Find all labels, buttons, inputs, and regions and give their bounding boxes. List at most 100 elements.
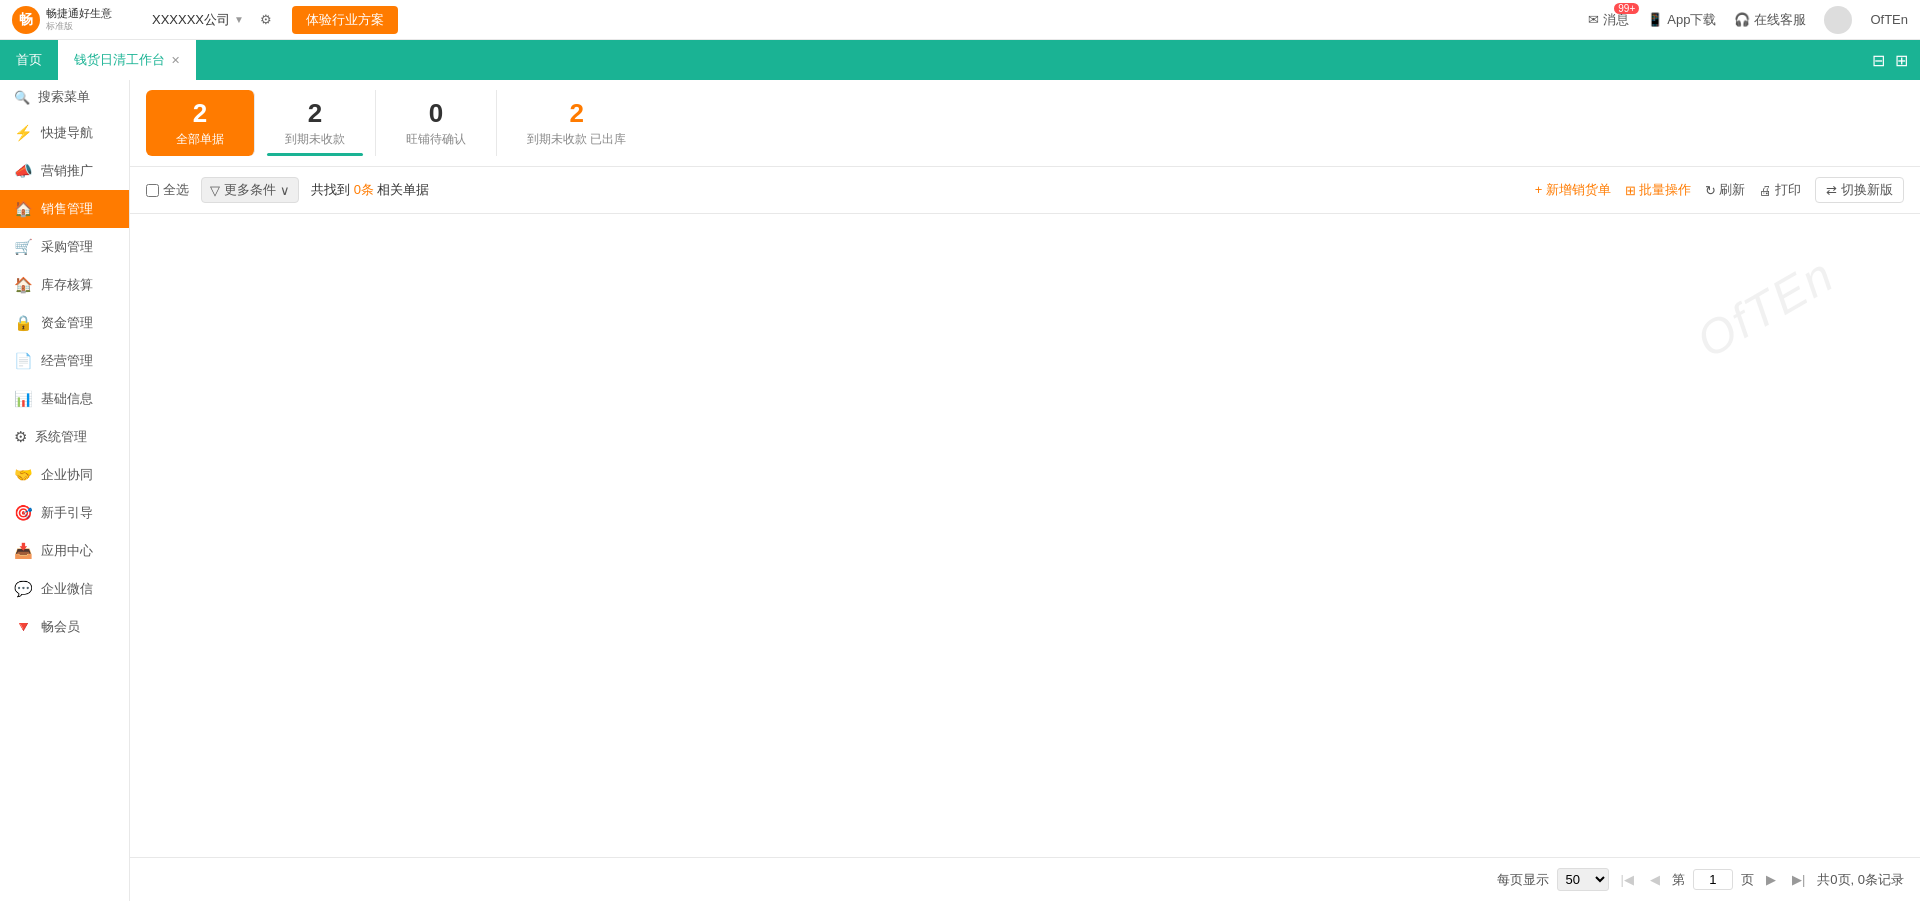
sidebar-item-app-center[interactable]: 📥 应用中心	[0, 532, 129, 570]
per-page-select[interactable]: 50 100 200	[1557, 868, 1609, 891]
enterprise-icon: 🤝	[14, 466, 33, 484]
last-page-button[interactable]: ▶|	[1788, 870, 1809, 889]
card-all-orders[interactable]: 2 全部单据	[146, 90, 255, 156]
card-overdue-shipped[interactable]: 2 到期未收款 已出库	[497, 90, 656, 156]
company-selector[interactable]: XXXXXX公司 ▼	[152, 11, 244, 29]
daily-work-tab-label: 钱货日清工作台	[74, 51, 165, 69]
card-wangpu-pending[interactable]: 0 旺铺待确认	[376, 90, 497, 156]
sidebar-label-finance: 资金管理	[41, 314, 93, 332]
search-icon: 🔍	[14, 90, 30, 105]
sidebar-item-wechat[interactable]: 💬 企业微信	[0, 570, 129, 608]
settings-button[interactable]: ⚙	[252, 6, 280, 34]
sidebar-item-inventory[interactable]: 🏠 库存核算	[0, 266, 129, 304]
sidebar-label-marketing: 营销推广	[41, 162, 93, 180]
basic-info-icon: 📊	[14, 390, 33, 408]
sidebar-item-enterprise[interactable]: 🤝 企业协同	[0, 456, 129, 494]
user-name: OfTEn	[1870, 12, 1908, 27]
sidebar-item-basic-info[interactable]: 📊 基础信息	[0, 380, 129, 418]
refresh-icon: ↻	[1705, 183, 1716, 198]
logo-text: 畅捷通好生意	[46, 6, 112, 20]
sidebar-item-quick-nav[interactable]: ⚡ 快捷导航	[0, 114, 129, 152]
card-num-all: 2	[193, 98, 207, 129]
logo-area: 畅 畅捷通好生意 标准版	[12, 6, 142, 34]
table-area	[130, 214, 1920, 857]
tab-home[interactable]: 首页	[0, 40, 58, 80]
switch-new-version-button[interactable]: ⇄ 切换新版	[1815, 177, 1904, 203]
batch-ops-button[interactable]: ⊞ 批量操作	[1625, 181, 1691, 199]
search-menu-button[interactable]: 🔍 搜索菜单	[0, 80, 129, 114]
online-service-button[interactable]: 🎧 在线客服	[1734, 11, 1806, 29]
tab-daily-work[interactable]: 钱货日清工作台 ✕	[58, 40, 196, 80]
filter-button[interactable]: ▽ 更多条件 ∨	[201, 177, 299, 203]
app-download-button[interactable]: 📱 App下载	[1647, 11, 1716, 29]
topbar: 畅 畅捷通好生意 标准版 XXXXXX公司 ▼ ⚙ 体验行业方案 ✉ 消息 99…	[0, 0, 1920, 40]
next-page-button[interactable]: ▶	[1762, 870, 1780, 889]
avatar[interactable]	[1824, 6, 1852, 34]
online-service-label: 在线客服	[1754, 11, 1806, 29]
sidebar-item-finance[interactable]: 🔒 资金管理	[0, 304, 129, 342]
card-num-wangpu: 0	[429, 98, 443, 129]
company-name: XXXXXX公司	[152, 11, 230, 29]
marketing-icon: 📣	[14, 162, 33, 180]
app-download-label: App下载	[1667, 11, 1716, 29]
tab-close-icon[interactable]: ✕	[171, 54, 180, 67]
match-num: 0条	[354, 182, 374, 197]
sidebar-item-sales[interactable]: 🏠 销售管理	[0, 190, 129, 228]
purchase-icon: 🛒	[14, 238, 33, 256]
logo-text-area: 畅捷通好生意 标准版	[46, 6, 112, 33]
sidebar-item-marketing[interactable]: 📣 营销推广	[0, 152, 129, 190]
card-label-shipped: 到期未收款 已出库	[527, 131, 626, 148]
match-prefix: 共找到	[311, 182, 350, 197]
minimize-icon[interactable]: ⊟	[1872, 51, 1885, 70]
card-overdue-uncollected[interactable]: 2 到期未收款	[255, 90, 376, 156]
quick-nav-icon: ⚡	[14, 124, 33, 142]
pagination: 每页显示 50 100 200 |◀ ◀ 第 页 ▶ ▶| 共0页, 0条记录	[130, 857, 1920, 901]
select-all-input[interactable]	[146, 184, 159, 197]
sidebar-label-guide: 新手引导	[41, 504, 93, 522]
card-label-overdue: 到期未收款	[285, 131, 345, 148]
sidebar-label-member: 畅会员	[41, 618, 80, 636]
match-suffix: 相关单据	[377, 182, 429, 197]
expand-icon[interactable]: ⊞	[1895, 51, 1908, 70]
first-page-button[interactable]: |◀	[1617, 870, 1638, 889]
sidebar-item-member[interactable]: 🔻 畅会员	[0, 608, 129, 646]
card-underline	[267, 153, 363, 156]
wechat-icon: 💬	[14, 580, 33, 598]
toolbar: 全选 ▽ 更多条件 ∨ 共找到 0条 相关单据 + 新增销货单 ⊞ 批量操作 ↻	[130, 167, 1920, 214]
finance-icon: 🔒	[14, 314, 33, 332]
operations-icon: 📄	[14, 352, 33, 370]
page-input[interactable]	[1693, 869, 1733, 890]
print-button[interactable]: 🖨 打印	[1759, 181, 1801, 199]
select-all-checkbox[interactable]: 全选	[146, 181, 189, 199]
refresh-label: 刷新	[1719, 181, 1745, 199]
nav-tabs: 首页 钱货日清工作台 ✕ ⊟ ⊞	[0, 40, 1920, 80]
switch-icon: ⇄	[1826, 183, 1837, 198]
inventory-icon: 🏠	[14, 276, 33, 294]
topbar-right: ✉ 消息 99+ 📱 App下载 🎧 在线客服 OfTEn	[1588, 6, 1908, 34]
main-layout: 🔍 搜索菜单 ⚡ 快捷导航 📣 营销推广 🏠 销售管理 🛒 采购管理 🏠 库存核…	[0, 80, 1920, 901]
new-order-button[interactable]: + 新增销货单	[1535, 181, 1611, 199]
chevron-down-icon: ▼	[234, 14, 244, 25]
search-menu-label: 搜索菜单	[38, 88, 90, 106]
total-label: 共0页, 0条记录	[1817, 871, 1904, 889]
app-download-icon: 📱	[1647, 12, 1663, 27]
sidebar-label-system: 系统管理	[35, 428, 87, 446]
refresh-button[interactable]: ↻ 刷新	[1705, 181, 1745, 199]
sidebar: 🔍 搜索菜单 ⚡ 快捷导航 📣 营销推广 🏠 销售管理 🛒 采购管理 🏠 库存核…	[0, 80, 130, 901]
sidebar-item-guide[interactable]: 🎯 新手引导	[0, 494, 129, 532]
page-label: 第	[1672, 871, 1685, 889]
prev-page-button[interactable]: ◀	[1646, 870, 1664, 889]
sidebar-item-operations[interactable]: 📄 经营管理	[0, 342, 129, 380]
try-industry-button[interactable]: 体验行业方案	[292, 6, 398, 34]
per-page-label: 每页显示	[1497, 871, 1549, 889]
headset-icon: 🎧	[1734, 12, 1750, 27]
sidebar-item-purchase[interactable]: 🛒 采购管理	[0, 228, 129, 266]
sidebar-label-quick-nav: 快捷导航	[41, 124, 93, 142]
member-icon: 🔻	[14, 618, 33, 636]
print-label: 打印	[1775, 181, 1801, 199]
sidebar-item-system[interactable]: ⚙ 系统管理	[0, 418, 129, 456]
logo-badge: 标准版	[46, 20, 112, 33]
sidebar-label-operations: 经营管理	[41, 352, 93, 370]
message-button[interactable]: ✉ 消息 99+	[1588, 11, 1629, 29]
card-num-overdue: 2	[308, 98, 322, 129]
